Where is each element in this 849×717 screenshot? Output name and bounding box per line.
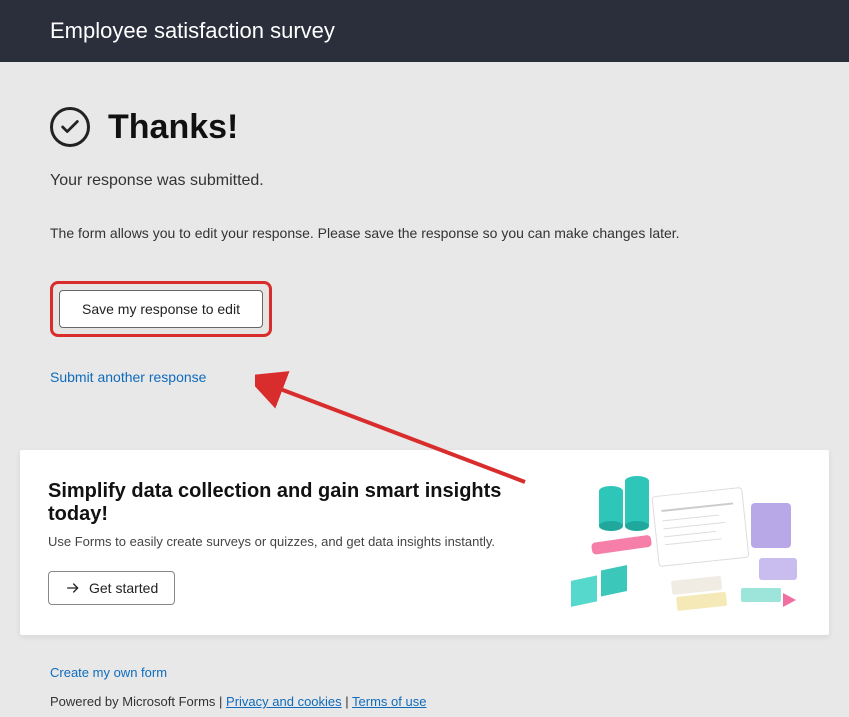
promo-subtitle: Use Forms to easily create surveys or qu… bbox=[48, 534, 561, 549]
powered-by: Powered by Microsoft Forms | Privacy and… bbox=[50, 694, 799, 709]
edit-info-text: The form allows you to edit your respons… bbox=[50, 225, 799, 241]
get-started-label: Get started bbox=[89, 580, 158, 596]
thanks-header: Thanks! bbox=[50, 107, 799, 147]
footer-sep: | bbox=[342, 694, 352, 709]
terms-link[interactable]: Terms of use bbox=[352, 694, 426, 709]
promo-illustration bbox=[561, 463, 801, 623]
thanks-heading: Thanks! bbox=[108, 108, 238, 147]
annotation-highlight: Save my response to edit bbox=[50, 281, 272, 337]
get-started-button[interactable]: Get started bbox=[48, 571, 175, 605]
header-bar: Employee satisfaction survey bbox=[0, 0, 849, 62]
promo-title: Simplify data collection and gain smart … bbox=[48, 480, 561, 526]
survey-title: Employee satisfaction survey bbox=[50, 18, 335, 43]
arrow-right-icon bbox=[65, 580, 81, 596]
promo-card: Simplify data collection and gain smart … bbox=[20, 450, 829, 635]
checkmark-icon bbox=[50, 107, 90, 147]
privacy-link[interactable]: Privacy and cookies bbox=[226, 694, 342, 709]
footer: Create my own form Powered by Microsoft … bbox=[0, 635, 849, 709]
create-form-link[interactable]: Create my own form bbox=[50, 665, 167, 680]
powered-text: Powered by Microsoft Forms | bbox=[50, 694, 226, 709]
promo-text: Simplify data collection and gain smart … bbox=[48, 480, 561, 605]
save-response-button[interactable]: Save my response to edit bbox=[59, 290, 263, 328]
submitted-message: Your response was submitted. bbox=[50, 172, 799, 190]
submit-another-link[interactable]: Submit another response bbox=[50, 369, 799, 385]
main-content: Thanks! Your response was submitted. The… bbox=[0, 62, 849, 405]
